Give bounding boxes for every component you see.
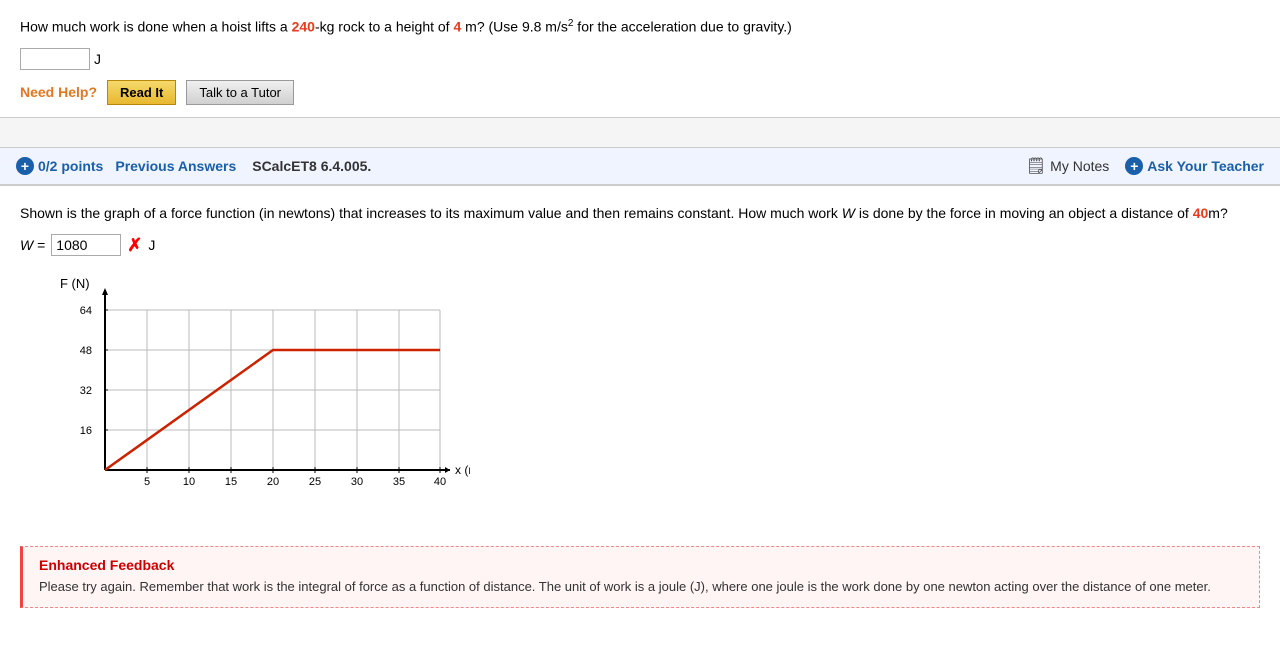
feedback-box: Enhanced Feedback Please try again. Reme… [20,546,1260,608]
y-tick-48: 48 [80,345,92,357]
x-tick-5: 5 [144,476,150,488]
problem-header: + 0/2 points Previous Answers SCalcET8 6… [0,148,1280,186]
height-value: 4 [453,19,461,35]
problem-statement: Shown is the graph of a force function (… [20,202,1260,224]
need-help-label: Need Help? [20,84,97,100]
talk-to-tutor-button[interactable]: Talk to a Tutor [186,80,294,105]
ask-plus-icon: + [1125,157,1143,175]
graph-container: F (N) 64 48 32 16 [50,270,1260,530]
answer-input[interactable] [51,234,121,256]
distance-unit: m? [1208,205,1227,221]
problem-id: SCalcET8 6.4.005. [252,158,371,174]
notes-icon: 🗒 [1026,156,1046,176]
statement-part1: Shown is the graph of a force function (… [20,205,838,221]
feedback-text: Please try again. Remember that work is … [39,577,1243,597]
x-tick-25: 25 [309,476,321,488]
y-axis-arrow [102,288,108,295]
top-answer-unit: J [94,51,101,67]
x-tick-20: 20 [267,476,279,488]
x-tick-30: 30 [351,476,363,488]
main-section: Shown is the graph of a force function (… [0,186,1280,624]
x-tick-10: 10 [183,476,195,488]
y-tick-16: 16 [80,425,92,437]
distance-value: 40 [1193,205,1209,221]
answer-row: W = ✗ J [20,234,1260,256]
y-tick-64: 64 [80,305,92,317]
top-answer-row: J [20,48,1260,70]
x-tick-40: 40 [434,476,446,488]
x-tick-35: 35 [393,476,405,488]
x-axis-label: x (m) [455,463,470,477]
incorrect-mark: ✗ [127,235,142,256]
previous-answers-link[interactable]: Previous Answers [115,158,236,174]
x-axis-arrow [445,467,450,473]
gravity-note: for the acceleration due to gravity.) [573,19,791,35]
mass-value: 240 [292,19,315,35]
height-unit: m? (Use 9.8 m/s [465,19,568,35]
ask-teacher-button[interactable]: + Ask Your Teacher [1125,157,1264,175]
read-it-button[interactable]: Read It [107,80,176,105]
feedback-title: Enhanced Feedback [39,557,1243,573]
plus-circle-icon: + [16,157,34,175]
y-tick-32: 32 [80,385,92,397]
top-section: How much work is done when a hoist lifts… [0,0,1280,118]
top-answer-input[interactable] [20,48,90,70]
statement-part2: is done by the force in moving an object… [859,205,1189,221]
header-right: 🗒 My Notes + Ask Your Teacher [1026,156,1264,176]
x-tick-15: 15 [225,476,237,488]
W-italic: W [842,205,859,221]
my-notes-button[interactable]: 🗒 My Notes [1026,156,1109,176]
question-text: How much work is done when a hoist lifts… [20,16,1260,38]
ask-teacher-label: Ask Your Teacher [1147,158,1264,174]
points-label: 0/2 points [38,158,103,174]
force-graph: F (N) 64 48 32 16 [50,270,470,530]
y-axis-label: F (N) [60,276,90,291]
spacer [0,118,1280,148]
need-help-row: Need Help? Read It Talk to a Tutor [20,80,1260,105]
points-badge: + 0/2 points [16,157,103,175]
my-notes-label: My Notes [1050,158,1109,174]
answer-unit: J [148,237,155,253]
W-eq-label: W = [20,237,45,253]
question-prefix: How much work is done when a hoist lifts… [20,19,288,35]
mass-unit: -kg rock to a height of [315,19,450,35]
